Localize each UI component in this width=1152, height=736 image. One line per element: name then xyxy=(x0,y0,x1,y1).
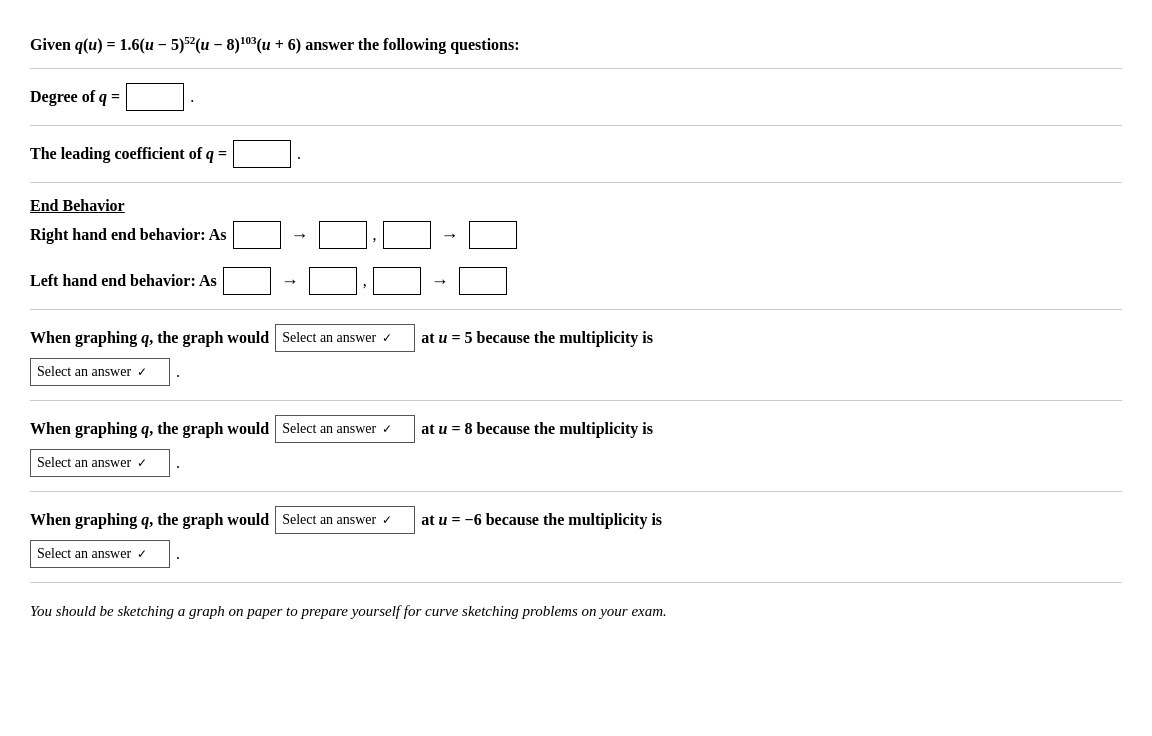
q2-section: When graphing q, the graph would Select … xyxy=(30,401,1122,492)
q1-prefix: When graphing q, the graph would xyxy=(30,329,269,347)
q1-select1-chevron: ✓ xyxy=(382,331,392,346)
q3-period: . xyxy=(176,545,180,563)
q3-prefix: When graphing q, the graph would xyxy=(30,511,269,529)
left-end-label: Left hand end behavior: As xyxy=(30,272,217,290)
right-to1-input[interactable] xyxy=(319,221,367,249)
q3-select1-chevron: ✓ xyxy=(382,513,392,528)
right-arrow2: → xyxy=(441,225,459,246)
q1-at: at u = 5 because the multiplicity is xyxy=(421,329,653,347)
problem-title: Given q(u) = 1.6(u − 5)52(u − 8)103(u + … xyxy=(30,34,1122,54)
title-text: Given q(u) = 1.6(u − 5)52(u − 8)103(u + … xyxy=(30,34,520,54)
leading-coeff-period: . xyxy=(297,145,301,163)
q2-select1-chevron: ✓ xyxy=(382,422,392,437)
left-q-input[interactable] xyxy=(373,267,421,295)
right-to2-input[interactable] xyxy=(469,221,517,249)
left-arrow1: → xyxy=(281,271,299,292)
q2-period: . xyxy=(176,454,180,472)
q2-select1[interactable]: Select an answer ✓ xyxy=(275,415,415,443)
degree-label: Degree of q = xyxy=(30,88,120,106)
degree-period: . xyxy=(190,88,194,106)
left-to1-input[interactable] xyxy=(309,267,357,295)
degree-input[interactable] xyxy=(126,83,184,111)
right-q-input[interactable] xyxy=(383,221,431,249)
right-comma: , xyxy=(373,226,377,244)
left-to2-input[interactable] xyxy=(459,267,507,295)
left-arrow2: → xyxy=(431,271,449,292)
q1-select1[interactable]: Select an answer ✓ xyxy=(275,324,415,352)
end-behavior-title: End Behavior xyxy=(30,197,1122,215)
leading-coeff-input[interactable] xyxy=(233,140,291,168)
q2-select2-chevron: ✓ xyxy=(137,456,147,471)
q2-at: at u = 8 because the multiplicity is xyxy=(421,420,653,438)
leading-coeff-section: The leading coefficient of q = . xyxy=(30,126,1122,183)
end-behavior-section: End Behavior Right hand end behavior: As… xyxy=(30,183,1122,310)
left-comma: , xyxy=(363,272,367,290)
right-arrow1: → xyxy=(291,225,309,246)
leading-coeff-label: The leading coefficient of q = xyxy=(30,145,227,163)
q3-select2[interactable]: Select an answer ✓ xyxy=(30,540,170,568)
right-as-input[interactable] xyxy=(233,221,281,249)
q1-section: When graphing q, the graph would Select … xyxy=(30,310,1122,401)
q1-select2[interactable]: Select an answer ✓ xyxy=(30,358,170,386)
right-end-label: Right hand end behavior: As xyxy=(30,226,227,244)
q2-select2[interactable]: Select an answer ✓ xyxy=(30,449,170,477)
footer-note: You should be sketching a graph on paper… xyxy=(30,603,1122,620)
q3-section: When graphing q, the graph would Select … xyxy=(30,492,1122,583)
q1-select2-chevron: ✓ xyxy=(137,365,147,380)
q3-at: at u = −6 because the multiplicity is xyxy=(421,511,662,529)
q3-select2-chevron: ✓ xyxy=(137,547,147,562)
degree-section: Degree of q = . xyxy=(30,69,1122,126)
left-as-input[interactable] xyxy=(223,267,271,295)
q1-period: . xyxy=(176,363,180,381)
q2-prefix: When graphing q, the graph would xyxy=(30,420,269,438)
q3-select1[interactable]: Select an answer ✓ xyxy=(275,506,415,534)
